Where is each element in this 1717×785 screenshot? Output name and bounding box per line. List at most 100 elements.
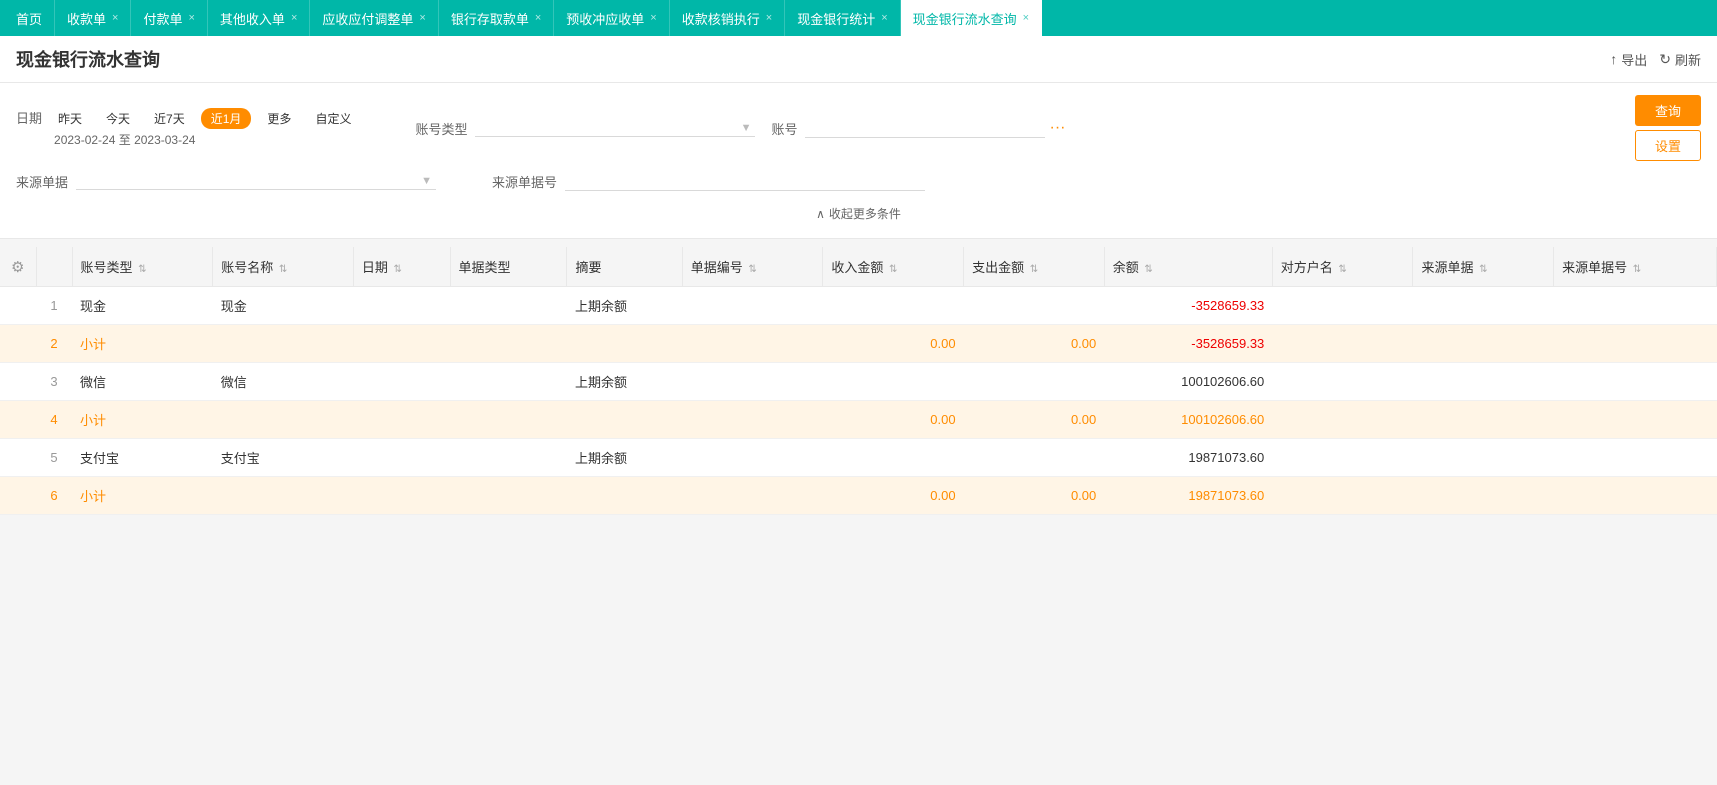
col-income[interactable]: 收入金额 ⇅ <box>823 247 964 287</box>
nav-tab-home[interactable]: 首页 <box>4 0 55 36</box>
col-balance[interactable]: 余额 ⇅ <box>1104 247 1272 287</box>
row-account-type-cell: 小计 <box>72 477 213 515</box>
row-counterparty-cell <box>1272 401 1413 439</box>
row-income-cell <box>823 287 964 325</box>
account-no-filter-group: 账号 ··· <box>771 118 1065 138</box>
close-icon[interactable]: × <box>881 12 887 24</box>
nav-tab-receipt[interactable]: 收款单 × <box>55 0 131 36</box>
collapse-bar[interactable]: ∧ 收起更多条件 <box>16 201 1701 226</box>
row-summary-cell <box>567 401 682 439</box>
row-num-cell: 3 <box>36 363 72 401</box>
more-options-icon[interactable]: ··· <box>1049 119 1065 137</box>
nav-tab-payment[interactable]: 付款单 × <box>131 0 207 36</box>
sort-icon: ⇅ <box>1144 264 1152 275</box>
col-account-type[interactable]: 账号类型 ⇅ <box>72 247 213 287</box>
col-source-doc-no[interactable]: 来源单据号 ⇅ <box>1554 247 1717 287</box>
close-icon[interactable]: × <box>112 12 118 24</box>
date-btn-custom[interactable]: 自定义 <box>307 108 359 129</box>
row-settings-cell <box>0 439 36 477</box>
row-summary-cell <box>567 325 682 363</box>
account-type-select[interactable]: ▼ <box>475 120 755 137</box>
row-source-doc-no-cell <box>1554 477 1717 515</box>
row-income-cell <box>823 363 964 401</box>
nav-tab-cash-flow[interactable]: 现金银行流水查询 × <box>901 0 1042 36</box>
row-balance-cell: -3528659.33 <box>1104 287 1272 325</box>
row-source-doc-no-cell <box>1554 287 1717 325</box>
row-doc-type-cell <box>450 401 567 439</box>
sort-icon: ⇅ <box>1633 264 1641 275</box>
close-icon[interactable]: × <box>535 12 541 24</box>
close-icon[interactable]: × <box>419 12 425 24</box>
sort-icon: ⇅ <box>889 264 897 275</box>
account-no-input[interactable] <box>805 118 1045 138</box>
col-source-doc[interactable]: 来源单据 ⇅ <box>1413 247 1554 287</box>
date-btn-today[interactable]: 今天 <box>98 108 138 129</box>
row-expense-cell <box>964 439 1105 477</box>
col-doc-no[interactable]: 单据编号 ⇅ <box>682 247 823 287</box>
nav-tab-ar-ap-adjust[interactable]: 应收应付调整单 × <box>310 0 438 36</box>
source-doc-no-input[interactable] <box>565 171 925 191</box>
row-income-cell <box>823 439 964 477</box>
nav-tab-payment-label: 付款单 <box>143 9 182 28</box>
col-doc-type-label: 单据类型 <box>459 260 511 275</box>
top-navigation: 首页 收款单 × 付款单 × 其他收入单 × 应收应付调整单 × 银行存取款单 … <box>0 0 1717 36</box>
settings-button[interactable]: 设置 <box>1635 130 1701 161</box>
close-icon[interactable]: × <box>766 12 772 24</box>
row-income-cell: 0.00 <box>823 477 964 515</box>
col-counterparty[interactable]: 对方户名 ⇅ <box>1272 247 1413 287</box>
nav-tab-ar-ap-adjust-label: 应收应付调整单 <box>322 9 413 28</box>
row-date-cell <box>353 401 450 439</box>
nav-tab-cash-flow-label: 现金银行流水查询 <box>913 9 1017 28</box>
date-btn-7days[interactable]: 近7天 <box>146 108 193 129</box>
date-options-group: 昨天 今天 近7天 近1月 更多 自定义 2023-02-24 至 2023-0… <box>50 108 359 148</box>
col-expense[interactable]: 支出金额 ⇅ <box>964 247 1105 287</box>
row-expense-cell <box>964 363 1105 401</box>
col-date-label: 日期 <box>362 260 388 275</box>
sort-icon: ⇅ <box>279 264 287 275</box>
date-btn-more[interactable]: 更多 <box>259 108 299 129</box>
action-buttons: 查询 设置 <box>1635 95 1701 161</box>
source-doc-no-label: 来源单据号 <box>492 172 557 191</box>
row-expense-cell: 0.00 <box>964 325 1105 363</box>
col-source-doc-label: 来源单据 <box>1421 260 1473 275</box>
col-date[interactable]: 日期 ⇅ <box>353 247 450 287</box>
nav-tab-other-income-label: 其他收入单 <box>220 9 285 28</box>
export-button[interactable]: ↑ 导出 <box>1610 50 1647 69</box>
row-income-cell: 0.00 <box>823 325 964 363</box>
col-num <box>36 247 72 287</box>
nav-tab-cash-stat[interactable]: 现金银行统计 × <box>785 0 900 36</box>
nav-tab-bank-deposit[interactable]: 银行存取款单 × <box>439 0 554 36</box>
nav-tab-prepay[interactable]: 预收冲应收单 × <box>554 0 669 36</box>
row-counterparty-cell <box>1272 287 1413 325</box>
table-row: 2 小计 0.00 0.00 -3528659.33 <box>0 325 1717 363</box>
refresh-button[interactable]: ↻ 刷新 <box>1659 50 1701 69</box>
page-header: 现金银行流水查询 ↑ 导出 ↻ 刷新 <box>0 36 1717 83</box>
date-label: 日期 <box>16 108 42 127</box>
close-icon[interactable]: × <box>650 12 656 24</box>
row-counterparty-cell <box>1272 477 1413 515</box>
nav-tab-writeoff[interactable]: 收款核销执行 × <box>670 0 785 36</box>
gear-icon[interactable]: ⚙ <box>11 259 24 276</box>
col-account-name[interactable]: 账号名称 ⇅ <box>213 247 354 287</box>
nav-tab-other-income[interactable]: 其他收入单 × <box>208 0 310 36</box>
table-header-row: ⚙ 账号类型 ⇅ 账号名称 ⇅ 日期 ⇅ 单据类型 <box>0 247 1717 287</box>
row-account-name-cell <box>213 477 354 515</box>
row-doc-type-cell <box>450 287 567 325</box>
row-account-name-cell: 微信 <box>213 363 354 401</box>
chevron-down-icon: ▼ <box>421 175 432 187</box>
row-balance-cell: -3528659.33 <box>1104 325 1272 363</box>
col-settings[interactable]: ⚙ <box>0 247 36 287</box>
col-source-doc-no-label: 来源单据号 <box>1562 260 1627 275</box>
date-btn-1month[interactable]: 近1月 <box>201 108 252 129</box>
close-icon[interactable]: × <box>1023 12 1029 24</box>
sort-icon: ⇅ <box>1030 264 1038 275</box>
table-body: 1 现金 现金 上期余额 -3528659.33 2 小计 0.00 0.00 … <box>0 287 1717 515</box>
close-icon[interactable]: × <box>291 12 297 24</box>
close-icon[interactable]: × <box>188 12 194 24</box>
source-doc-select[interactable]: ▼ <box>76 173 436 190</box>
row-counterparty-cell <box>1272 363 1413 401</box>
date-btn-yesterday[interactable]: 昨天 <box>50 108 90 129</box>
query-button[interactable]: 查询 <box>1635 95 1701 126</box>
row-doc-type-cell <box>450 325 567 363</box>
export-label: 导出 <box>1621 50 1647 69</box>
